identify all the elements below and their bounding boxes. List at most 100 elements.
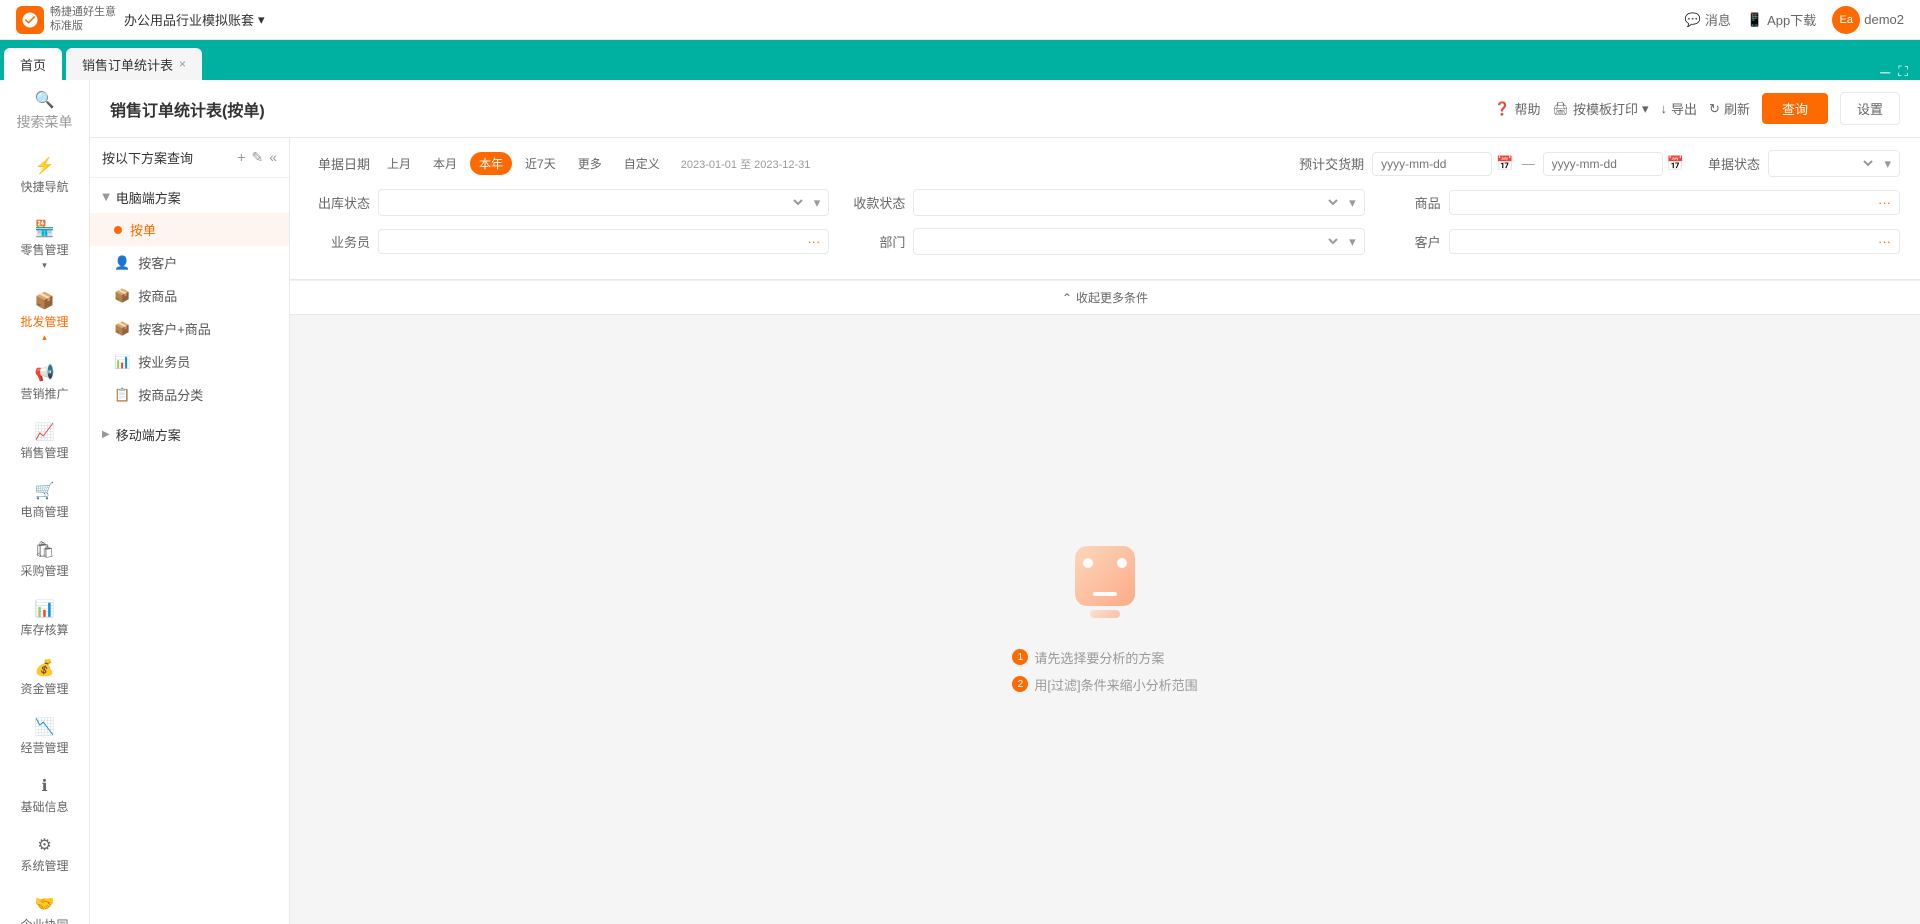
scheme-group-mobile-header[interactable]: ▶ 移动端方案 — [90, 419, 289, 450]
right-content: 单据日期 上月 本月 本年 近7天 更多 自定义 2023-01-01 至 20… — [290, 138, 1920, 924]
ship-status-dropdown-icon[interactable]: ▾ — [806, 195, 829, 211]
filter-date-group: 单据日期 上月 本月 本年 近7天 更多 自定义 2023-01-01 至 20… — [310, 152, 810, 175]
setting-button[interactable]: 设置 — [1840, 92, 1900, 125]
collapse-bar[interactable]: ⌃ 收起更多条件 — [290, 280, 1920, 315]
date-btn-last-month[interactable]: 上月 — [378, 152, 420, 175]
date-btn-custom[interactable]: 自定义 — [615, 152, 669, 175]
receive-status-select[interactable] — [914, 190, 1341, 215]
sidebar-item-sales[interactable]: 📈 销售管理 — [0, 412, 89, 471]
chevron-down-icon: ▾ — [258, 12, 265, 28]
filter-row-1: 单据日期 上月 本月 本年 近7天 更多 自定义 2023-01-01 至 20… — [310, 150, 1900, 177]
bill-status-select[interactable] — [1769, 151, 1876, 176]
sidebar-item-enterprise[interactable]: 🤝 企业协同 — [0, 884, 89, 924]
user-menu[interactable]: Ea demo2 — [1832, 6, 1904, 34]
help-icon: ❓ — [1494, 101, 1510, 117]
receive-status-dropdown-icon[interactable]: ▾ — [1341, 195, 1364, 211]
scheme-item-by-salesman[interactable]: 📊 按业务员 — [90, 345, 289, 378]
query-button[interactable]: 查询 — [1762, 93, 1828, 124]
help-button[interactable]: ❓ 帮助 — [1494, 99, 1540, 118]
print-button[interactable]: 🖨 按模板打印 ▾ — [1552, 99, 1648, 118]
filter-customer-col: 客户 ··· — [1381, 229, 1900, 254]
maximize-icon[interactable]: ⛶ — [1898, 63, 1908, 80]
scheme-item-by-category[interactable]: 📋 按商品分类 — [90, 378, 289, 411]
scheme-edit-button[interactable]: ✎ — [251, 149, 263, 166]
sidebar-item-retail[interactable]: 🏪 零售管理 ▾ — [0, 209, 89, 281]
minimize-icon[interactable]: ─ — [1880, 64, 1890, 80]
calendar-icon-from[interactable]: 📅 — [1496, 155, 1513, 172]
company-selector[interactable]: 办公用品行业模拟账套 ▾ — [124, 10, 265, 29]
sidebar-item-inventory[interactable]: 📊 库存核算 — [0, 589, 89, 648]
scheme-group-pc-header[interactable]: ▶ 电脑端方案 — [90, 182, 289, 213]
collapse-button[interactable]: ⌃ 收起更多条件 — [1062, 289, 1148, 306]
print-icon: 🖨 — [1552, 101, 1569, 117]
calendar-icon-to[interactable]: 📅 — [1667, 155, 1684, 172]
sidebar-item-ecommerce[interactable]: 🛒 电商管理 — [0, 471, 89, 530]
goods-more-icon[interactable]: ··· — [1870, 195, 1899, 210]
empty-tips: 1 请先选择要分析的方案 2 用[过滤]条件来缩小分析范围 — [1012, 648, 1197, 694]
scheme-group-pc: ▶ 电脑端方案 按单 👤 按客户 📦 按商品 — [90, 178, 289, 415]
scheme-collapse-button[interactable]: « — [269, 149, 277, 166]
scheme-item-by-order[interactable]: 按单 — [90, 213, 289, 246]
print-dropdown-icon[interactable]: ▾ — [1642, 101, 1649, 117]
active-dot-icon — [114, 226, 122, 234]
customer-more-icon[interactable]: ··· — [1870, 234, 1899, 249]
sidebar-item-wholesale[interactable]: 📦 批发管理 ▴ — [0, 281, 89, 353]
sidebar-item-basic-info[interactable]: ℹ 基础信息 — [0, 766, 89, 825]
salesman-input[interactable] — [379, 230, 799, 253]
salesman-more-icon[interactable]: ··· — [799, 234, 828, 249]
scheme-group-mobile: ▶ 移动端方案 — [90, 415, 289, 454]
department-dropdown-icon[interactable]: ▾ — [1341, 234, 1364, 250]
tab-home[interactable]: 首页 — [4, 48, 62, 80]
sidebar-item-purchase[interactable]: 🛍 采购管理 — [0, 530, 89, 589]
bill-status-dropdown-icon[interactable]: ▾ — [1876, 156, 1899, 172]
date-btn-this-month[interactable]: 本月 — [424, 152, 466, 175]
tab-close-icon[interactable]: × — [179, 57, 186, 71]
refresh-button[interactable]: ↻ 刷新 — [1709, 99, 1750, 118]
sidebar-item-marketing[interactable]: 📢 营销推广 — [0, 353, 89, 412]
finance-icon: 💰 — [35, 658, 55, 678]
date-btn-7days[interactable]: 近7天 — [516, 152, 565, 175]
export-button[interactable]: ↓ 导出 — [1661, 99, 1698, 118]
logo-text: 畅捷通好生意 标准版 — [50, 6, 116, 32]
sales-icon: 📈 — [35, 422, 55, 442]
scheme-item-by-customer-goods[interactable]: 📦 按客户+商品 — [90, 312, 289, 345]
page-title: 销售订单统计表(按单) — [110, 97, 265, 133]
date-from-wrap: 📅 — [1372, 152, 1513, 176]
sidebar-item-system[interactable]: ⚙ 系统管理 — [0, 825, 89, 884]
filter-main: 单据日期 上月 本月 本年 近7天 更多 自定义 2023-01-01 至 20… — [290, 138, 1920, 279]
wholesale-icon: 📦 — [35, 291, 55, 311]
filter-ship-status-col: 出库状态 ▾ — [310, 189, 829, 216]
customer-input[interactable] — [1450, 230, 1870, 253]
ship-status-select[interactable] — [379, 190, 806, 215]
message-button[interactable]: 💬 消息 — [1685, 10, 1731, 29]
ecommerce-icon: 🛒 — [35, 481, 55, 501]
scheme-item-by-customer[interactable]: 👤 按客户 — [90, 246, 289, 279]
goods-input[interactable] — [1450, 191, 1870, 214]
expected-date-to-input[interactable] — [1543, 152, 1663, 176]
date-to-wrap: 📅 — [1543, 152, 1684, 176]
scheme-item-by-goods[interactable]: 📦 按商品 — [90, 279, 289, 312]
ship-status-select-wrap: ▾ — [378, 189, 829, 216]
customer-scheme-icon: 👤 — [114, 255, 130, 271]
phone-icon: 📱 — [1747, 12, 1763, 28]
scheme-layout: 按以下方案查询 + ✎ « ▶ 电脑端方案 按单 — [90, 138, 1920, 924]
expected-date-from-input[interactable] — [1372, 152, 1492, 176]
scheme-add-button[interactable]: + — [237, 149, 245, 166]
goods-label: 商品 — [1381, 193, 1441, 212]
app-download-button[interactable]: 📱 App下载 — [1747, 10, 1816, 29]
receive-status-label: 收款状态 — [845, 193, 905, 212]
sidebar-item-finance[interactable]: 💰 资金管理 — [0, 648, 89, 707]
department-select[interactable] — [914, 229, 1341, 254]
sidebar-item-quick-nav[interactable]: ⚡ 快捷导航 — [0, 146, 89, 205]
tab-sales-order-stats[interactable]: 销售订单统计表 × — [66, 48, 202, 80]
empty-tip-1: 1 请先选择要分析的方案 — [1012, 648, 1197, 667]
content-area: 销售订单统计表(按单) ❓ 帮助 🖨 按模板打印 ▾ ↓ 导出 ↻ 刷新 — [90, 80, 1920, 924]
tab-window-actions: ─ ⛶ — [1880, 63, 1920, 80]
filter-goods-col: 商品 ··· — [1381, 190, 1900, 215]
chevron-icon: ▾ — [42, 260, 47, 271]
filter-bill-status-group: 单据状态 ▾ — [1700, 150, 1900, 177]
date-btn-more[interactable]: 更多 — [569, 152, 611, 175]
sidebar-item-operations[interactable]: 📉 经营管理 — [0, 707, 89, 766]
date-btn-this-year[interactable]: 本年 — [470, 152, 512, 175]
sidebar-item-search[interactable]: 🔍 搜索菜单 — [0, 80, 89, 142]
